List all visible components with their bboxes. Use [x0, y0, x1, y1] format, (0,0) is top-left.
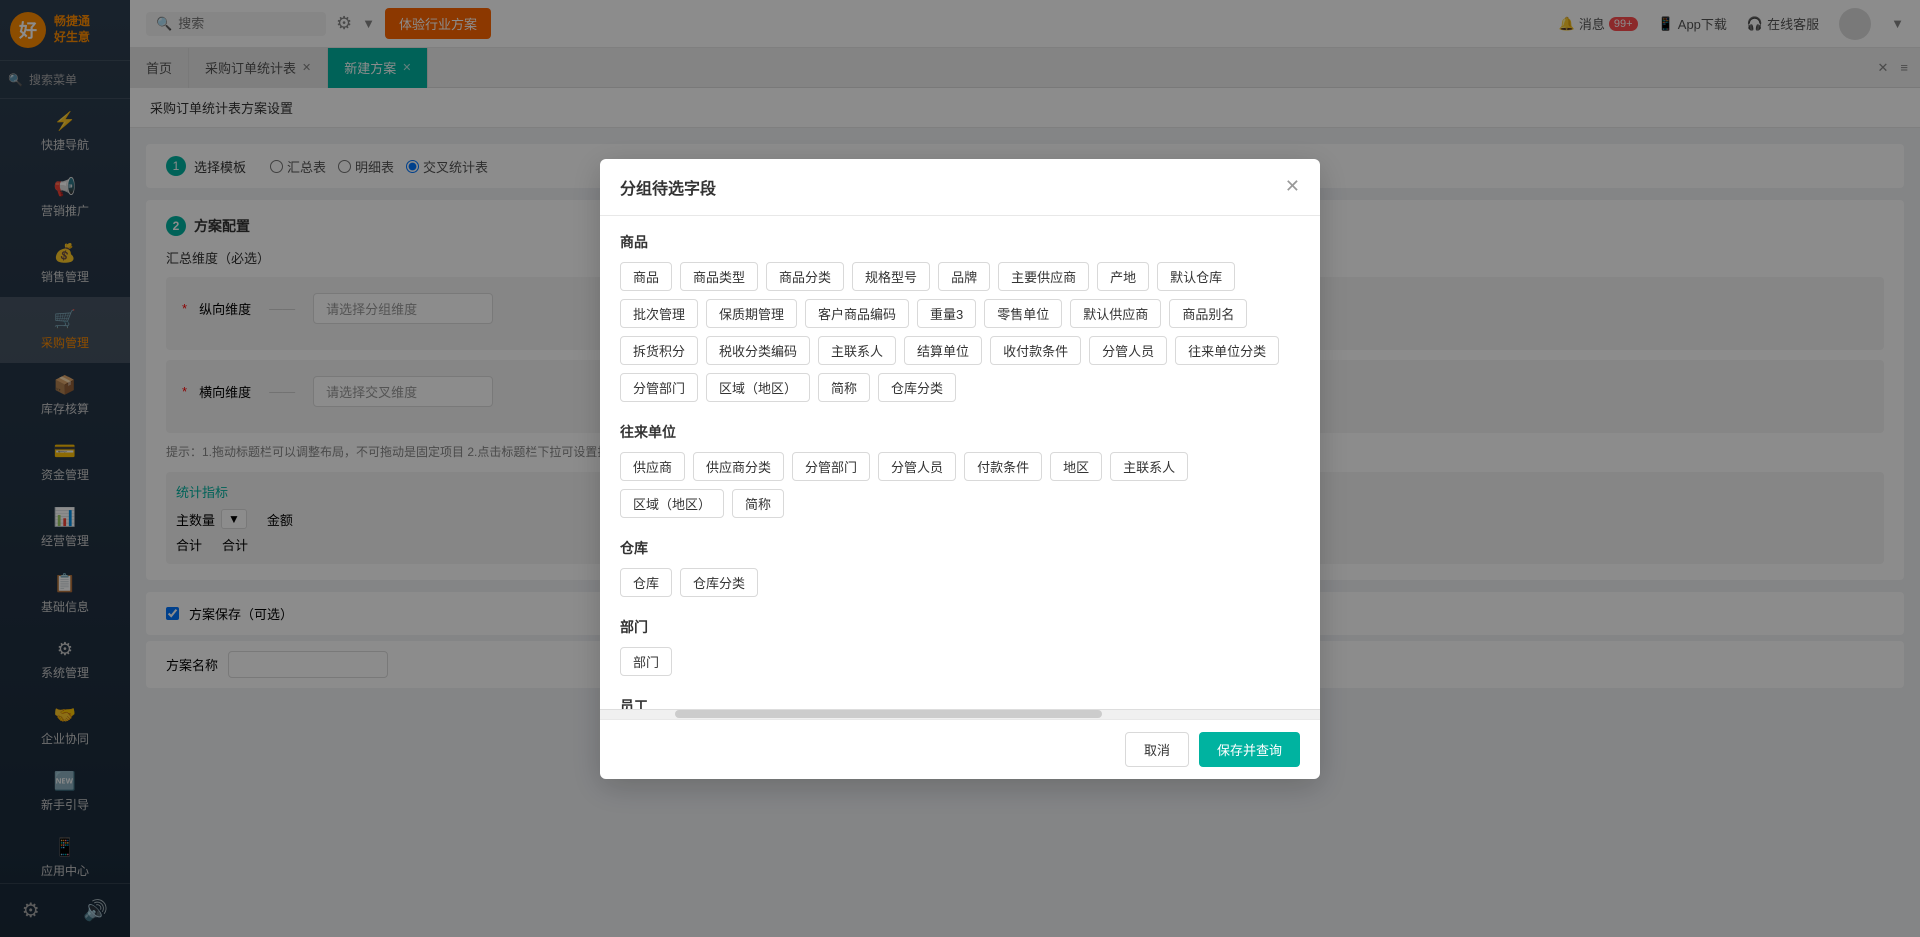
field-tag-product-category[interactable]: 商品分类: [766, 262, 844, 291]
section-fields-warehouse: 仓库仓库分类: [620, 568, 1300, 597]
field-tag-origin[interactable]: 产地: [1097, 262, 1149, 291]
field-tag-batch-mgmt[interactable]: 批次管理: [620, 299, 698, 328]
field-tag-brand[interactable]: 品牌: [938, 262, 990, 291]
field-tag-short-name2[interactable]: 简称: [732, 489, 784, 518]
section-fields-department: 部门: [620, 647, 1300, 676]
field-tag-source-unit-cat[interactable]: 往来单位分类: [1175, 336, 1279, 365]
field-tag-warehouse-cat[interactable]: 仓库分类: [878, 373, 956, 402]
field-tag-payment-terms[interactable]: 收付款条件: [990, 336, 1081, 365]
section-partner: 往来单位供应商供应商分类分管部门分管人员付款条件地区主联系人区域（地区） 简称: [620, 422, 1300, 518]
modal-body: 商品商品商品类型商品分类规格型号品牌主要供应商产地默认仓库批次管理保质期管理客户…: [600, 216, 1320, 710]
field-tag-product[interactable]: 商品: [620, 262, 672, 291]
field-tag-quality-mgmt[interactable]: 保质期管理: [706, 299, 797, 328]
field-tag-tax-code[interactable]: 税收分类编码: [706, 336, 810, 365]
field-tag-manage-person[interactable]: 分管人员: [878, 452, 956, 481]
section-fields-partner: 供应商供应商分类分管部门分管人员付款条件地区主联系人区域（地区） 简称: [620, 452, 1300, 518]
field-tag-settlement-unit[interactable]: 结算单位: [904, 336, 982, 365]
modal-close-btn[interactable]: ✕: [1285, 176, 1300, 197]
field-tag-dept[interactable]: 部门: [620, 647, 672, 676]
section-employee: 员工业务员: [620, 696, 1300, 710]
field-tag-weight3[interactable]: 重量3: [917, 299, 976, 328]
field-tag-spec-type[interactable]: 规格型号: [852, 262, 930, 291]
field-tag-main-supplier[interactable]: 主要供应商: [998, 262, 1089, 291]
modal-hscroll-thumb: [675, 710, 1102, 718]
field-tag-supervisor[interactable]: 分管人员: [1089, 336, 1167, 365]
section-warehouse: 仓库仓库仓库分类: [620, 538, 1300, 597]
field-select-modal: 分组待选字段 ✕ 商品商品商品类型商品分类规格型号品牌主要供应商产地默认仓库批次…: [600, 159, 1320, 779]
modal-horizontal-scrollbar[interactable]: [600, 709, 1320, 718]
field-tag-pickup-points[interactable]: 拆货积分: [620, 336, 698, 365]
field-tag-product-type[interactable]: 商品类型: [680, 262, 758, 291]
section-title-department: 部门: [620, 617, 1300, 637]
field-tag-supplier[interactable]: 供应商: [620, 452, 685, 481]
section-title-product: 商品: [620, 232, 1300, 252]
section-title-warehouse: 仓库: [620, 538, 1300, 558]
field-tag-supplier-cat[interactable]: 供应商分类: [693, 452, 784, 481]
field-tag-region[interactable]: 区域（地区）: [706, 373, 810, 402]
field-tag-manage-dept[interactable]: 分管部门: [792, 452, 870, 481]
field-tag-supervise-dept[interactable]: 分管部门: [620, 373, 698, 402]
field-tag-region2[interactable]: 区域（地区）: [620, 489, 724, 518]
section-fields-product: 商品商品类型商品分类规格型号品牌主要供应商产地默认仓库批次管理保质期管理客户商品…: [620, 262, 1300, 402]
field-tag-area[interactable]: 地区: [1050, 452, 1102, 481]
modal-title: 分组待选字段: [620, 175, 716, 199]
save-button[interactable]: 保存并查询: [1199, 732, 1300, 767]
field-tag-retail-unit[interactable]: 零售单位: [984, 299, 1062, 328]
field-tag-customer-code[interactable]: 客户商品编码: [805, 299, 909, 328]
cancel-button[interactable]: 取消: [1125, 732, 1189, 767]
modal-overlay: 分组待选字段 ✕ 商品商品商品类型商品分类规格型号品牌主要供应商产地默认仓库批次…: [0, 0, 1920, 937]
field-tag-payment-cond[interactable]: 付款条件: [964, 452, 1042, 481]
field-tag-main-contact[interactable]: 主联系人: [818, 336, 896, 365]
field-tag-product-alias[interactable]: 商品别名: [1169, 299, 1247, 328]
section-title-partner: 往来单位: [620, 422, 1300, 442]
section-department: 部门部门: [620, 617, 1300, 676]
modal-footer: 取消 保存并查询: [600, 719, 1320, 779]
field-tag-warehouse-category[interactable]: 仓库分类: [680, 568, 758, 597]
field-tag-short-name[interactable]: 简称: [818, 373, 870, 402]
section-product: 商品商品商品类型商品分类规格型号品牌主要供应商产地默认仓库批次管理保质期管理客户…: [620, 232, 1300, 402]
field-tag-contact[interactable]: 主联系人: [1110, 452, 1188, 481]
field-tag-warehouse[interactable]: 仓库: [620, 568, 672, 597]
modal-header: 分组待选字段 ✕: [600, 159, 1320, 216]
field-tag-default-warehouse[interactable]: 默认仓库: [1157, 262, 1235, 291]
section-title-employee: 员工: [620, 696, 1300, 710]
field-tag-default-supplier[interactable]: 默认供应商: [1070, 299, 1161, 328]
